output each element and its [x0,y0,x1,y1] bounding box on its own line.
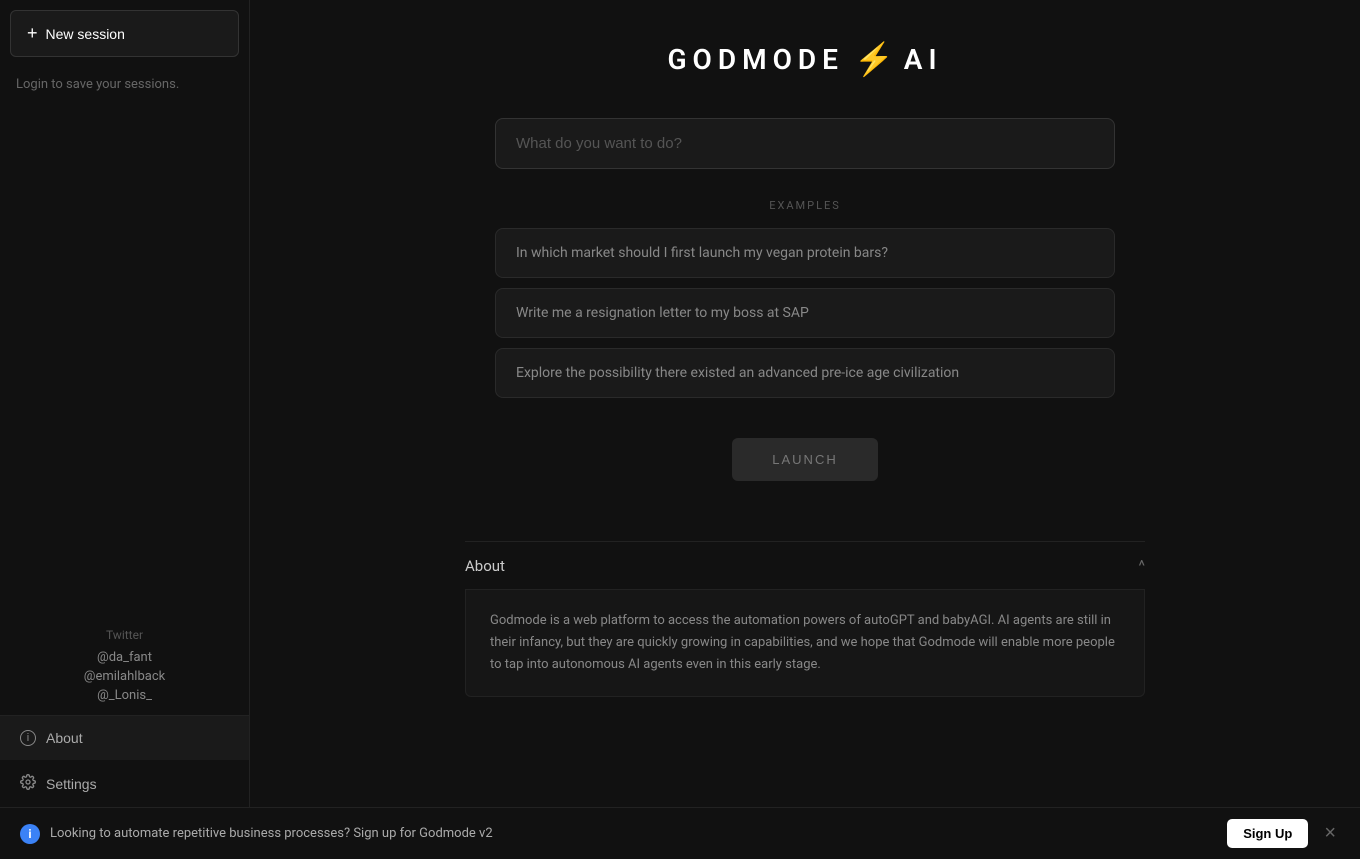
launch-button[interactable]: LAUNCH [732,438,877,481]
about-icon: i [20,730,36,746]
about-header[interactable]: About ^ [465,541,1145,590]
twitter-link-3[interactable]: @_Lonis_ [0,686,249,705]
sidebar-bottom: i About Settings [0,715,249,807]
gear-icon [20,774,36,793]
banner-right: Sign Up × [1227,819,1340,848]
banner-left: i Looking to automate repetitive busines… [20,824,493,844]
banner-text: Looking to automate repetitive business … [50,826,493,841]
chevron-up-icon: ^ [1138,556,1145,575]
new-session-label: New session [46,26,125,42]
settings-button[interactable]: Settings [0,760,249,807]
about-section: About ^ Godmode is a web platform to acc… [465,541,1145,697]
twitter-section: Twitter @da_fant @emilahlback @_Lonis_ [0,618,249,715]
twitter-link-1[interactable]: @da_fant [0,648,249,667]
search-container [495,118,1115,169]
sidebar: + New session Login to save your session… [0,0,250,807]
example-item-3[interactable]: Explore the possibility there existed an… [495,348,1115,398]
about-button[interactable]: i About [0,716,249,760]
new-session-button[interactable]: + New session [10,10,239,57]
about-label: About [46,730,83,746]
examples-label: EXAMPLES [495,199,1115,212]
logo-text-right: AI [904,43,943,76]
main-content: GODMODE ⚡ AI EXAMPLES In which market sh… [250,0,1360,807]
bottom-banner: i Looking to automate repetitive busines… [0,807,1360,859]
example-item-2[interactable]: Write me a resignation letter to my boss… [495,288,1115,338]
settings-label: Settings [46,776,97,792]
twitter-label: Twitter [0,628,249,642]
about-text: Godmode is a web platform to access the … [490,610,1120,676]
plus-icon: + [27,23,38,44]
sign-up-button[interactable]: Sign Up [1227,819,1308,848]
examples-section: EXAMPLES In which market should I first … [495,199,1115,408]
close-button[interactable]: × [1320,822,1340,845]
logo-text-left: GODMODE [667,43,843,76]
search-input[interactable] [495,118,1115,169]
twitter-link-2[interactable]: @emilahlback [0,667,249,686]
sidebar-spacer [0,102,249,618]
info-icon: i [20,824,40,844]
bolt-icon: ⚡ [854,40,894,78]
about-title: About [465,557,505,575]
example-item-1[interactable]: In which market should I first launch my… [495,228,1115,278]
about-content: Godmode is a web platform to access the … [465,590,1145,697]
login-text: Login to save your sessions. [0,67,249,102]
logo: GODMODE ⚡ AI [667,40,942,78]
